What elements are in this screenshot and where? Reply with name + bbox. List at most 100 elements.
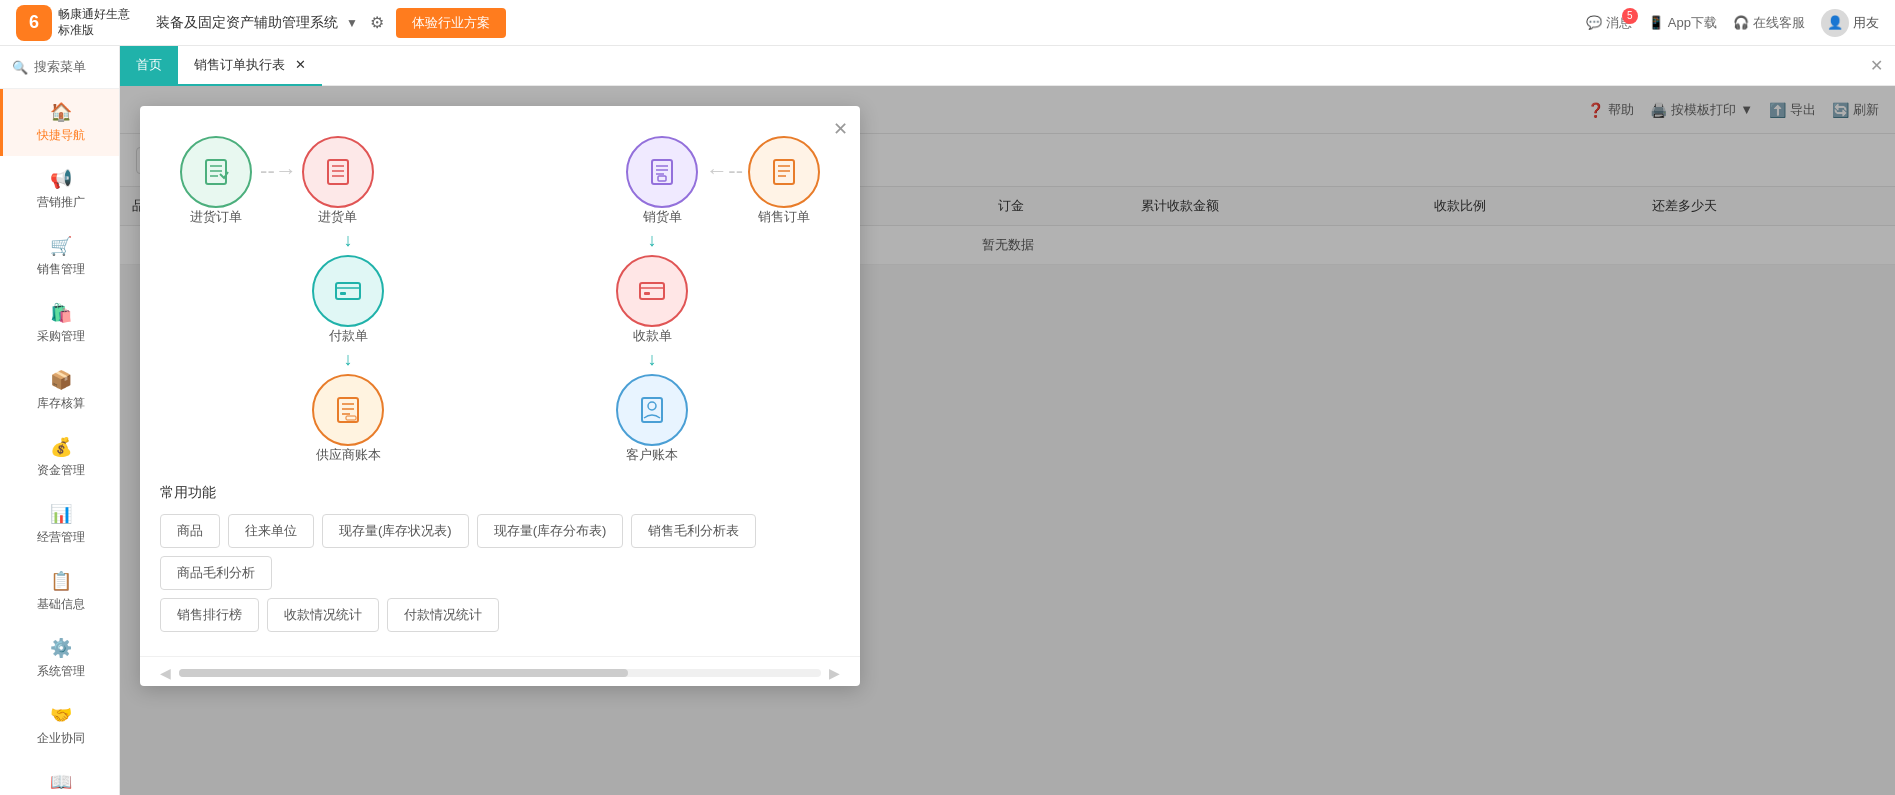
dropdown-arrow-icon[interactable]: ▼ [346,16,358,30]
svg-rect-4 [328,160,348,184]
svg-rect-22 [644,292,650,295]
func-btn-goods[interactable]: 商品 [160,514,220,548]
nav-icon-sales: 🛒 [50,235,72,257]
scroll-left-icon[interactable]: ◀ [160,665,171,681]
sidebar: 🔍 搜索菜单 🏠 快捷导航 📢 营销推广 🛒 销售管理 🛍️ 采购管理 📦 [0,46,120,795]
nav-icon-finance: 💰 [50,436,72,458]
system-title-area: 装备及固定资产辅助管理系统 ▼ ⚙ 体验行业方案 [156,8,1586,38]
flow-sales-order-label: 销售订单 [758,208,810,226]
tab-close-icon[interactable]: ✕ [295,57,306,72]
func-btn-partner[interactable]: 往来单位 [228,514,314,548]
sidebar-item-collab[interactable]: 🤝 企业协同 [0,692,119,759]
svg-rect-12 [658,176,666,181]
func-btn-receipt-stats[interactable]: 收款情况统计 [267,598,379,632]
svg-rect-27 [346,416,356,420]
close-all-tabs-icon[interactable]: ✕ [1870,56,1895,75]
func-btn-stock-status[interactable]: 现存量(库存状况表) [322,514,469,548]
service-icon: 🎧 [1733,15,1749,30]
tab-home[interactable]: 首页 [120,46,178,86]
common-functions-section: 常用功能 商品 往来单位 现存量(库存状况表) 现存量(库存分布表) 销售毛利分… [140,484,860,656]
user-action[interactable]: 👤 用友 [1821,9,1879,37]
func-btn-payment-stats[interactable]: 付款情况统计 [387,598,499,632]
header-right: 💬 消息 5 📱 App下载 🎧 在线客服 👤 用友 [1586,9,1879,37]
flow-receipt-bill-icon [616,255,688,327]
sidebar-item-basic[interactable]: 📋 基础信息 [0,558,119,625]
svg-rect-13 [774,160,794,184]
user-avatar: 👤 [1821,9,1849,37]
logo-icon: 6 [16,5,52,41]
common-functions-row2: 销售排行榜 收款情况统计 付款情况统计 [160,598,840,632]
sidebar-item-system[interactable]: ⚙️ 系统管理 [0,625,119,692]
flow-purchase-order-icon [180,136,252,208]
nav-icon-system: ⚙️ [50,637,72,659]
flow-arrow-2: ← - - [706,158,740,184]
common-functions-title: 常用功能 [160,484,840,502]
svg-rect-23 [338,398,358,422]
search-menu[interactable]: 🔍 搜索菜单 [0,46,119,89]
nav-icon-newbie: 📖 [50,771,72,793]
page-content: ❓ 帮助 🖨️ 按模板打印 ▼ ⬆️ 导出 🔄 刷新 [120,86,1895,795]
flow-sales-bill-label: 销货单 [643,208,682,226]
flow-supplier-account-icon [312,374,384,446]
nav-icon-operation: 📊 [50,503,72,525]
flow-purchase-bill-icon [302,136,374,208]
flow-purchase-bill-label: 进货单 [318,208,357,226]
app-download-action[interactable]: 📱 App下载 [1648,14,1717,32]
nav-icon-inventory: 📦 [50,369,72,391]
sidebar-item-inventory[interactable]: 📦 库存核算 [0,357,119,424]
message-action[interactable]: 💬 消息 5 [1586,14,1632,32]
sidebar-item-finance[interactable]: 💰 资金管理 [0,424,119,491]
func-btn-sales-rank[interactable]: 销售排行榜 [160,598,259,632]
tabs-bar: 首页 销售订单执行表 ✕ ✕ [120,46,1895,86]
modal-overlay[interactable]: ✕ 进货订 [120,86,1895,795]
sidebar-item-sales[interactable]: 🛒 销售管理 [0,223,119,290]
modal-close-button[interactable]: ✕ [833,118,848,140]
user-name: 用友 [1853,14,1879,32]
system-title: 装备及固定资产辅助管理系统 [156,14,338,32]
func-btn-sales-profit[interactable]: 销售毛利分析表 [631,514,756,548]
svg-rect-0 [206,160,226,184]
flow-sales-bill-icon [626,136,698,208]
nav-icon-basic: 📋 [50,570,72,592]
svg-rect-19 [340,292,346,295]
sidebar-item-newbie[interactable]: 📖 新手引导 [0,759,119,795]
svg-point-29 [648,402,656,410]
logo-text: 畅康通好生意 标准版 [58,7,130,38]
online-service-action[interactable]: 🎧 在线客服 [1733,14,1805,32]
message-icon: 💬 [1586,15,1602,30]
tab-sales-order[interactable]: 销售订单执行表 ✕ [178,46,322,86]
download-icon: 📱 [1648,15,1664,30]
modal-scrollbar[interactable]: ◀ ▶ [140,656,860,686]
flow-purchase-order-label: 进货订单 [190,208,242,226]
svg-rect-17 [336,283,360,299]
common-functions-row1: 商品 往来单位 现存量(库存状况表) 现存量(库存分布表) 销售毛利分析表 商品… [160,514,840,590]
scroll-right-icon[interactable]: ▶ [829,665,840,681]
func-btn-goods-profit[interactable]: 商品毛利分析 [160,556,272,590]
modal: ✕ 进货订 [140,106,860,686]
settings-icon[interactable]: ⚙ [370,13,384,32]
flow-customer-account-icon [616,374,688,446]
scroll-track [179,669,821,677]
trial-button[interactable]: 体验行业方案 [396,8,506,38]
nav-icon-purchase: 🛍️ [50,302,72,324]
flow-customer-account-label: 客户账本 [626,446,678,464]
flow-receipt-bill-label: 收款单 [633,327,672,345]
sidebar-item-marketing[interactable]: 📢 营销推广 [0,156,119,223]
logo-area: 6 畅康通好生意 标准版 [16,5,136,41]
scroll-thumb[interactable] [179,669,628,677]
nav-icon-marketing: 📢 [50,168,72,190]
nav-icon-collab: 🤝 [50,704,72,726]
message-badge: 5 [1622,8,1638,24]
sidebar-item-operation[interactable]: 📊 经营管理 [0,491,119,558]
nav-icon-quick: 🏠 [50,101,72,123]
sidebar-item-purchase[interactable]: 🛍️ 采购管理 [0,290,119,357]
sidebar-item-quick[interactable]: 🏠 快捷导航 [0,89,119,156]
func-btn-stock-dist[interactable]: 现存量(库存分布表) [477,514,624,548]
flow-arrow-1: - - → [260,158,294,184]
flow-sales-order-icon [748,136,820,208]
svg-rect-20 [640,283,664,299]
search-icon: 🔍 [12,60,28,75]
flow-payment-bill-label: 付款单 [329,327,368,345]
content-area: 首页 销售订单执行表 ✕ ✕ ❓ 帮助 🖨️ [120,46,1895,795]
flow-payment-bill-icon [312,255,384,327]
